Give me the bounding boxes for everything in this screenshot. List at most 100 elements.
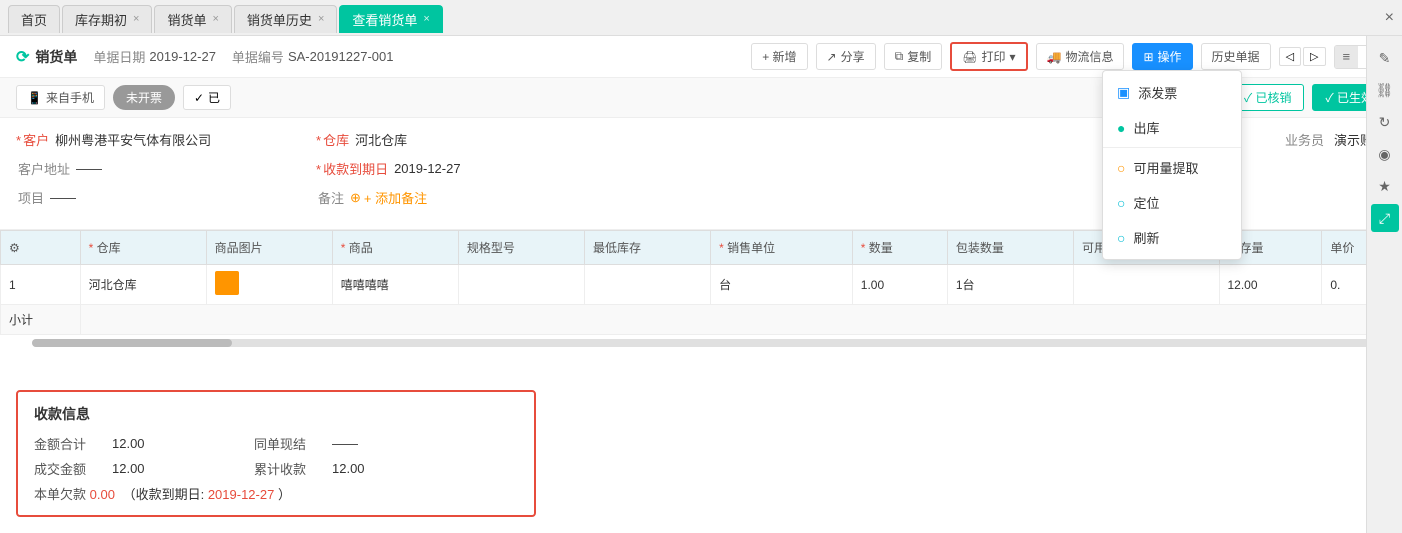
total-value: 12.00 [112,436,145,451]
tab-sales-history-label: 销货单历史 [247,10,312,29]
cumulative-label: 累计收款 [254,459,324,478]
payment-date-field: 收款到期日 2019-12-27 [316,159,596,178]
note-label: 备注 [316,188,344,207]
tab-view-sales[interactable]: 查看销货单 × [339,5,442,33]
share-icon: ↗ [827,50,837,64]
dropdown-locate[interactable]: ○ 定位 [1103,185,1241,220]
from-phone-button[interactable]: 📱 来自手机 [16,85,105,110]
scrollbar-track[interactable] [32,339,1370,347]
row-unit: 台 [711,265,853,305]
refresh-label: 刷新 [1133,228,1159,247]
locate-icon: ○ [1117,195,1125,211]
document-type-label: 销货单 [35,47,77,67]
print-dropdown-icon: ▾ [1009,50,1015,64]
dropdown-add-invoice[interactable]: ▣ 添发票 [1103,75,1241,110]
payment-outstanding-row: 本单欠款 0.00 （收款到期日: 2019-12-27 ） [34,484,454,503]
row-product-img [206,265,332,305]
navigation-arrows: ◁ ▷ [1279,47,1326,66]
col-min-stock: 最低库存 [585,231,711,265]
tab-inventory[interactable]: 库存期初 × [62,5,152,33]
project-field: 项目 —— [16,188,296,207]
dropdown-refresh[interactable]: ○ 刷新 [1103,220,1241,255]
tab-sales-close[interactable]: × [212,13,218,25]
row-pkg-qty: 1台 [947,265,1073,305]
customer-field: 客户 柳州粤港平安气体有限公司 [16,130,296,149]
tab-sales-history[interactable]: 销货单历史 × [234,5,337,33]
history-button[interactable]: 历史单据 [1201,43,1271,70]
col-pkg-qty: 包装数量 [947,231,1073,265]
next-button[interactable]: ▷ [1303,47,1325,66]
sidebar-sync-icon[interactable]: ↻ [1371,108,1399,136]
ship-out-icon: ● [1117,120,1125,136]
available-qty-label: 可用量提取 [1133,158,1198,177]
scrollbar-thumb[interactable] [32,339,232,347]
transaction-value: 12.00 [112,461,145,476]
operations-button[interactable]: ⊞ 操作 [1132,43,1192,70]
tab-view-sales-close[interactable]: × [423,13,429,25]
document-title: ⟳ 销货单 [16,47,77,67]
logistics-button[interactable]: 🚚 物流信息 [1036,43,1125,70]
tab-sales-history-close[interactable]: × [318,13,324,25]
payment-info-box: 收款信息 金额合计 12.00 同单现结 —— 成交金额 12.00 累计收款 … [16,390,536,517]
row-index: 1 [1,265,81,305]
row-warehouse: 河北仓库 [80,265,206,305]
tab-home[interactable]: 首页 [8,5,60,33]
tab-bar-close-button[interactable]: × [1385,9,1394,27]
document-number-value: SA-20191227-001 [288,49,394,64]
table-row: 1 河北仓库 嘻嘻嘻嘻 台 1.00 1台 12.00 0. [1,265,1402,305]
payment-same-bill-row: 同单现结 —— [254,434,454,453]
check-button[interactable]: ✓ 已 [183,85,231,110]
customer-label: 客户 [16,130,49,149]
warehouse-field: 仓库 河北仓库 [316,130,596,149]
product-image [215,271,239,295]
available-qty-icon: ○ [1117,160,1125,176]
refresh-icon: ○ [1117,230,1125,246]
col-warehouse: * 仓库 [80,231,206,265]
print-icon: 🖨 [962,50,977,64]
col-settings[interactable]: ⚙ [1,231,81,265]
payment-date-label: 收款到期日 [316,159,388,178]
ship-out-label: 出库 [1133,118,1159,137]
sidebar-expand-icon[interactable]: ⤢ [1371,204,1399,232]
list-view-button[interactable]: ≡ [1335,46,1359,68]
row-product: 嘻嘻嘻嘻 [332,265,458,305]
check-icon: ✓ [194,91,204,105]
same-bill-value: —— [332,436,358,451]
not-open-ticket-button[interactable]: 未开票 [113,85,175,110]
outstanding-note: （收款到期日: [123,487,205,502]
dropdown-available-qty[interactable]: ○ 可用量提取 [1103,150,1241,185]
sidebar-user-icon[interactable]: ◉ [1371,140,1399,168]
sidebar-edit-icon[interactable]: ✎ [1371,44,1399,72]
history-label: 历史单据 [1212,48,1260,65]
document-date-field: 单据日期 2019-12-27 [93,47,216,66]
share-button[interactable]: ↗ 分享 [816,43,876,70]
document-date-label: 单据日期 [93,47,145,66]
sidebar-link-icon[interactable]: ⛓ [1371,76,1399,104]
print-button[interactable]: 🖨 打印 ▾ [950,42,1027,71]
copy-label: 复制 [907,48,931,65]
address-value: —— [76,161,102,176]
add-note-icon: ⊕ [350,190,361,206]
sidebar-star-icon[interactable]: ★ [1371,172,1399,200]
tab-sales[interactable]: 销货单 × [154,5,231,33]
phone-icon: 📱 [27,91,42,105]
check-label: 已 [208,89,220,106]
staff-label: 业务员 [1285,130,1324,149]
add-note-button[interactable]: ⊕ + 添加备注 [350,188,427,207]
outstanding-date: 2019-12-27 [208,487,275,502]
dropdown-ship-out[interactable]: ● 出库 [1103,110,1241,145]
note-field: 备注 ⊕ + 添加备注 [316,188,596,207]
copy-button[interactable]: ⧉ 复制 [884,43,943,70]
new-button[interactable]: + 新增 [751,43,807,70]
tab-inventory-label: 库存期初 [75,10,127,29]
payment-section: 收款信息 金额合计 12.00 同单现结 —— 成交金额 12.00 累计收款 … [0,382,1402,533]
tab-inventory-close[interactable]: × [133,13,139,25]
warehouse-value: 河北仓库 [355,130,407,149]
row-qty: 1.00 [852,265,947,305]
col-product-img: 商品图片 [206,231,332,265]
col-unit: * 销售单位 [711,231,853,265]
row-min-stock [585,265,711,305]
prev-button[interactable]: ◁ [1279,47,1301,66]
not-open-label: 未开票 [126,89,162,106]
tab-home-label: 首页 [21,10,47,29]
